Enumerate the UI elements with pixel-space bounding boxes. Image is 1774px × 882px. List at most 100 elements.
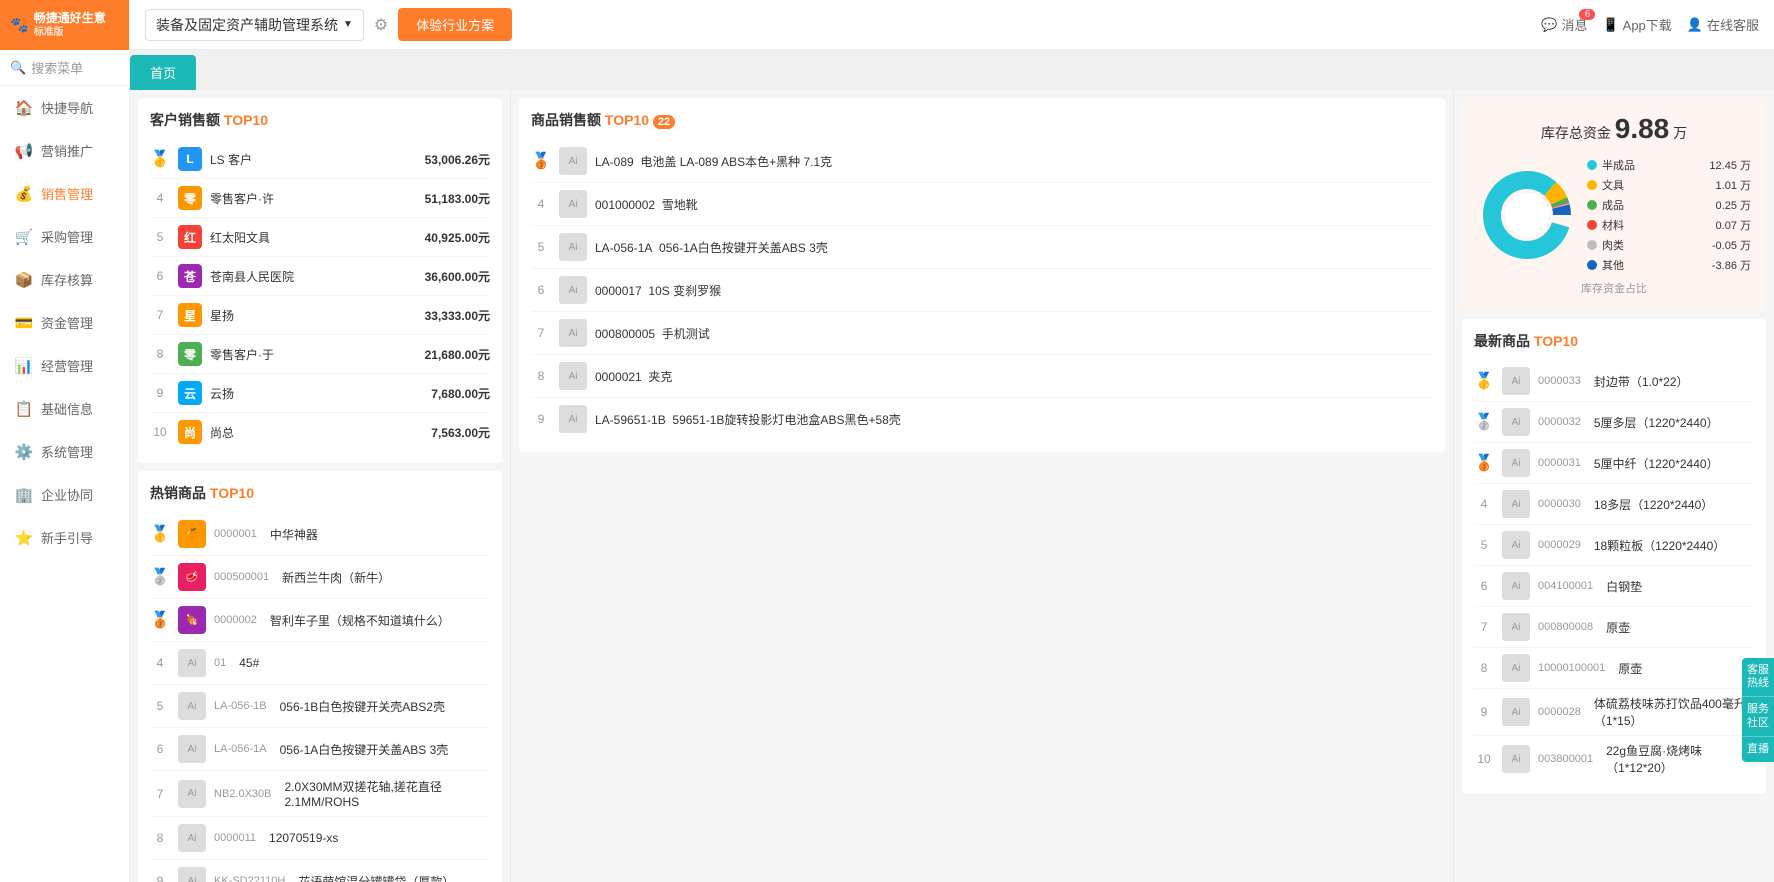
avatar-10: 尚 <box>178 420 202 444</box>
customer-value-7: 33,333.00元 <box>425 307 490 324</box>
list-item[interactable]: 8 零 零售客户·于 21,680.00元 <box>150 335 490 374</box>
list-item[interactable]: 🥈 🥩 000500001 新西兰牛肉（新牛） <box>150 556 490 599</box>
product-img: Ai <box>1502 408 1530 436</box>
tabs-bar: 首页 <box>130 50 1774 90</box>
list-item[interactable]: 🥉 Ai LA-089 电池盖 LA-089 ABS本色+黑种 7.1克 <box>531 140 1433 183</box>
list-item[interactable]: 7 星 星扬 33,333.00元 <box>150 296 490 335</box>
inventory-icon: 📦 <box>15 271 33 289</box>
product-code: 0000002 <box>214 614 257 626</box>
sidebar-item-guide[interactable]: ⭐ 新手引导 <box>0 516 129 559</box>
product-name: 056-1B白色按键开关壳ABS2壳 <box>280 698 490 715</box>
list-item[interactable]: 9 Ai LA-59651-1B 59651-1B旋转投影灯电池盒ABS黑色+5… <box>531 398 1433 440</box>
product-code: 0000029 <box>1538 539 1581 551</box>
product-name: 22g鱼豆腐·烧烤味（1*12*20） <box>1606 742 1754 776</box>
tab-home[interactable]: 首页 <box>130 55 196 90</box>
medal: 🥇 <box>150 524 170 544</box>
np-item[interactable]: 7 Ai 000800008 原壶 <box>1474 607 1754 648</box>
gear-icon[interactable]: ⚙ <box>374 15 388 35</box>
list-item[interactable]: 6 苍 苍南县人民医院 36,600.00元 <box>150 257 490 296</box>
sidebar-item-purchase[interactable]: 🛒 采购管理 <box>0 215 129 258</box>
list-item[interactable]: 9 云 云扬 7,680.00元 <box>150 374 490 413</box>
list-item[interactable]: 🥇 🍊 0000001 中华神器 <box>150 513 490 556</box>
product-code: KK-SD22110H <box>214 875 285 882</box>
product-code: 0000001 <box>214 528 257 540</box>
np-item[interactable]: 🥉 Ai 0000031 5厘中纤（1220*2440） <box>1474 443 1754 484</box>
product-name: 45# <box>239 656 490 670</box>
list-item[interactable]: 5 红 红太阳文具 40,925.00元 <box>150 218 490 257</box>
sidebar-item-shortcuts[interactable]: 🏠 快捷导航 <box>0 86 129 129</box>
inventory-sub: 库存资金占比 <box>1477 280 1751 296</box>
product-code: 0000011 <box>214 832 256 844</box>
product-img: Ai <box>178 735 206 763</box>
np-item[interactable]: 4 Ai 0000030 18多层（1220*2440） <box>1474 484 1754 525</box>
np-item[interactable]: 🥈 Ai 0000032 5厘多层（1220*2440） <box>1474 402 1754 443</box>
product-code: NB2.0X30B <box>214 788 271 800</box>
float-customer-service[interactable]: 客服 热线 <box>1742 658 1774 697</box>
mobile-icon: 📱 <box>1602 17 1618 33</box>
list-item[interactable]: 10 尚 尚总 7,563.00元 <box>150 413 490 451</box>
marketing-icon: 📢 <box>15 142 33 160</box>
np-item[interactable]: 6 Ai 004100001 白钢垫 <box>1474 566 1754 607</box>
float-community[interactable]: 服务 社区 <box>1742 697 1774 736</box>
sidebar-item-marketing[interactable]: 📢 营销推广 <box>0 129 129 172</box>
sidebar-item-inventory[interactable]: 📦 库存核算 <box>0 258 129 301</box>
list-item[interactable]: 5 Ai LA-056-1A 056-1A白色按键开关盖ABS 3壳 <box>531 226 1433 269</box>
np-item[interactable]: 🥇 Ai 0000033 封边带（1.0*22） <box>1474 361 1754 402</box>
product-code: 10000100001 <box>1538 662 1605 674</box>
list-item[interactable]: 🥇 L LS 客户 53,006.26元 <box>150 140 490 179</box>
product-sales-card: 商品销售额 TOP10 22 🥉 Ai LA-089 电池盖 LA-089 AB… <box>519 98 1445 452</box>
product-img: Ai <box>1502 698 1530 726</box>
list-item[interactable]: 4 零 零售客户·许 51,183.00元 <box>150 179 490 218</box>
sidebar-item-sales[interactable]: 💰 销售管理 <box>0 172 129 215</box>
system-dropdown[interactable]: 装备及固定资产辅助管理系统 ▼ <box>145 9 364 41</box>
product-code: 0000028 <box>1538 706 1581 718</box>
np-item[interactable]: 10 Ai 003800001 22g鱼豆腐·烧烤味（1*12*20） <box>1474 736 1754 782</box>
online-service-item[interactable]: 👤 在线客服 <box>1687 15 1759 34</box>
product-img: Ai <box>559 233 587 261</box>
sidebar-item-basic[interactable]: 📋 基础信息 <box>0 387 129 430</box>
sidebar-label: 企业协同 <box>41 485 93 504</box>
list-item[interactable]: 5 Ai LA-056-1B 056-1B白色按键开关壳ABS2壳 <box>150 685 490 728</box>
sidebar-item-corp[interactable]: 🏢 企业协同 <box>0 473 129 516</box>
product-name: 新西兰牛肉（新牛） <box>282 569 490 586</box>
message-item[interactable]: 💬 消息 6 <box>1541 15 1587 34</box>
list-item[interactable]: 7 Ai NB2.0X30B 2.0X30MM双搓花轴,搓花直径2.1MM/RO… <box>150 771 490 817</box>
product-img-2: 🥩 <box>178 563 206 591</box>
customer-name-6: 苍南县人民医院 <box>210 268 417 285</box>
rank-8: 8 <box>150 347 170 361</box>
newest-products-title: 最新商品 TOP10 <box>1474 331 1754 351</box>
avatar-9: 云 <box>178 381 202 405</box>
product-info: LA-056-1A 056-1A白色按键开关盖ABS 3壳 <box>595 239 1433 256</box>
product-info: 001000002 雪地靴 <box>595 196 1433 213</box>
medal-1: 🥇 <box>150 149 170 169</box>
list-item[interactable]: 6 Ai 0000017 10S 变刹罗猴 <box>531 269 1433 312</box>
customer-sales-title: 客户销售额 TOP10 <box>150 110 490 130</box>
sidebar-search[interactable]: 🔍 搜索菜单 <box>0 50 129 86</box>
product-name: 2.0X30MM双搓花轴,搓花直径2.1MM/ROHS <box>284 778 490 809</box>
rank: 9 <box>150 874 170 882</box>
np-item[interactable]: 5 Ai 0000029 18颗粒板（1220*2440） <box>1474 525 1754 566</box>
product-code: 004100001 <box>1538 580 1593 592</box>
list-item[interactable]: 7 Ai 000800005 手机测试 <box>531 312 1433 355</box>
sidebar-label: 资金管理 <box>41 313 93 332</box>
list-item[interactable]: 8 Ai 0000011 12070519-xs <box>150 817 490 860</box>
sidebar-item-operation[interactable]: 📊 经营管理 <box>0 344 129 387</box>
list-item[interactable]: 4 Ai 001000002 雪地靴 <box>531 183 1433 226</box>
product-name: 18颗粒板（1220*2440） <box>1594 537 1754 554</box>
sidebar-item-system[interactable]: ⚙️ 系统管理 <box>0 430 129 473</box>
list-item[interactable]: 4 Ai 01 45# <box>150 642 490 685</box>
list-item[interactable]: 🥉 🍖 0000002 智利车子里（规格不知道填什么） <box>150 599 490 642</box>
customer-value-10: 7,563.00元 <box>431 424 490 441</box>
sidebar-item-finance[interactable]: 💳 资金管理 <box>0 301 129 344</box>
list-item[interactable]: 9 Ai KK-SD22110H 花语萌馆温分罐罐袋（厚款） <box>150 860 490 882</box>
rank-6: 6 <box>150 269 170 283</box>
list-item[interactable]: 8 Ai 0000021 夹克 <box>531 355 1433 398</box>
product-img: Ai <box>559 276 587 304</box>
legend-dot <box>1587 220 1597 230</box>
app-download-item[interactable]: 📱 App下载 <box>1602 15 1671 34</box>
np-item[interactable]: 9 Ai 0000028 体硫荔枝味苏打饮品400毫升（1*15） <box>1474 689 1754 736</box>
np-item[interactable]: 8 Ai 10000100001 原壶 <box>1474 648 1754 689</box>
list-item[interactable]: 6 Ai LA-056-1A 056-1A白色按键开关盖ABS 3壳 <box>150 728 490 771</box>
trial-button[interactable]: 体验行业方案 <box>398 8 512 41</box>
float-live[interactable]: 直播 <box>1742 737 1774 762</box>
